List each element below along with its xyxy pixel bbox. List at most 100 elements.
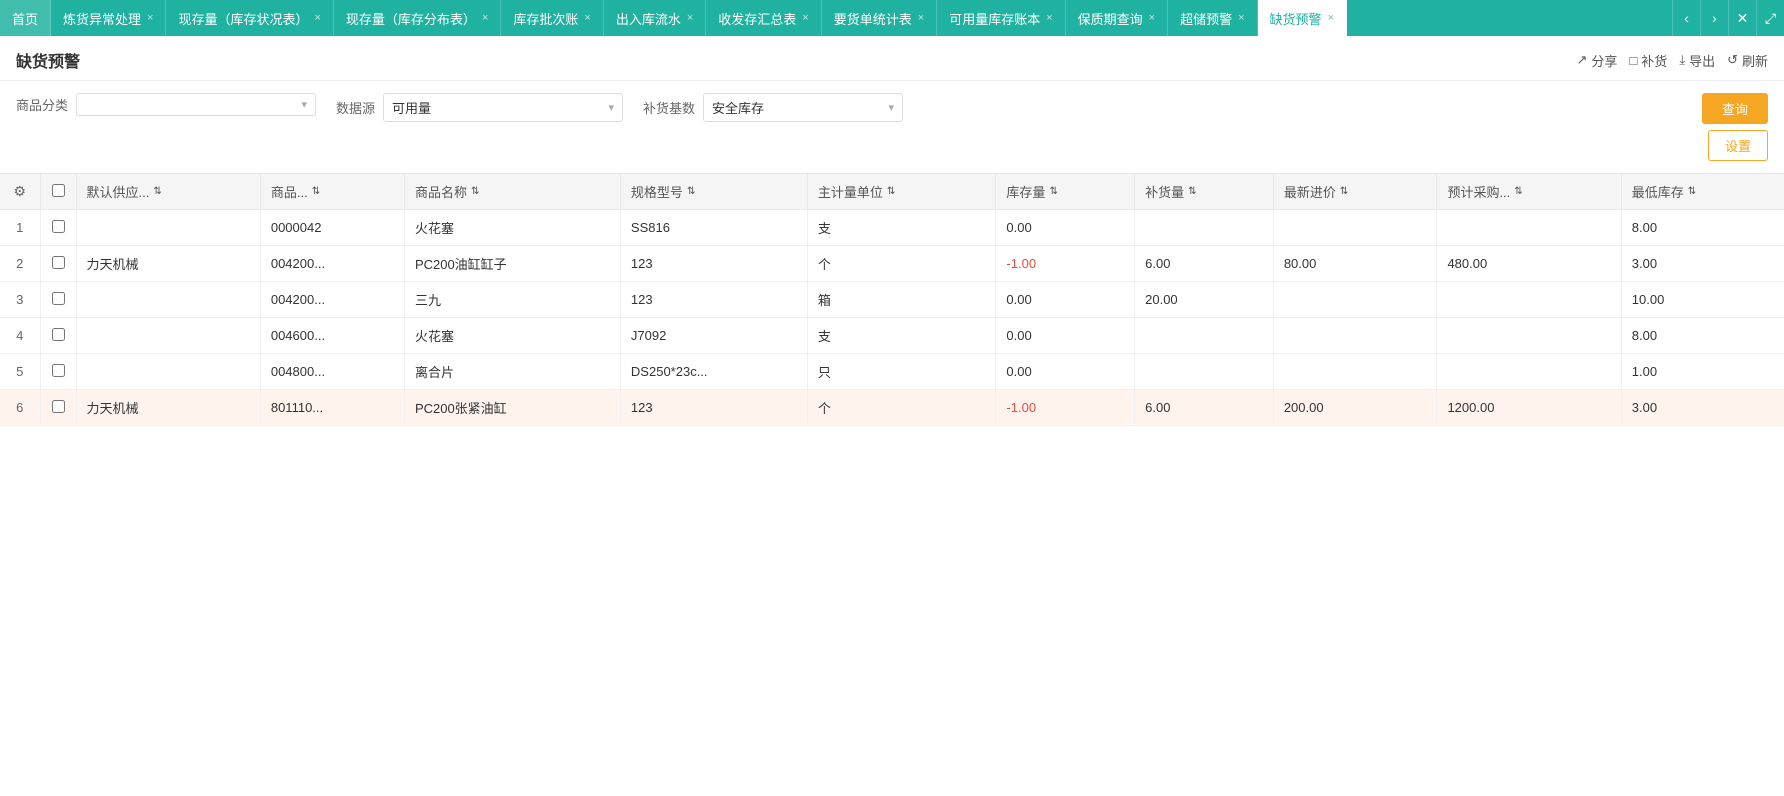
tab-close-7[interactable]: × [918,12,924,24]
row-product-name-1: 火花塞 [404,210,620,246]
tab-炼货异常处理[interactable]: 炼货异常处理 × [51,0,166,36]
th-default-supplier[interactable]: 默认供应... ⇅ [76,174,260,210]
th-est-purchase[interactable]: 预计采购... ⇅ [1437,174,1621,210]
table-row[interactable]: 3 004200... 三九 123 箱 0.00 20.00 10.00 [0,282,1784,318]
table-row[interactable]: 5 004800... 离合片 DS250*23c... 只 0.00 1.00 [0,354,1784,390]
tab-close-11[interactable]: × [1328,12,1334,24]
replenish-icon: □ [1629,53,1637,68]
table-row[interactable]: 2 力天机械 004200... PC200油缸缸子 123 个 -1.00 6… [0,246,1784,282]
row-checkbox-3[interactable] [40,282,76,318]
table-row[interactable]: 6 力天机械 801110... PC200张紧油缸 123 个 -1.00 6… [0,390,1784,426]
th-latest-price[interactable]: 最新进价 ⇅ [1273,174,1437,210]
row-supplier-4 [76,318,260,354]
tab-close-5[interactable]: × [687,12,693,24]
tab-close-1[interactable]: × [147,12,153,24]
page-header: 缺货预警 ↗ 分享 □ 补货 ⤓ 导出 ↺ 刷新 [0,36,1784,81]
th-unit[interactable]: 主计量单位 ⇅ [807,174,996,210]
replenish-button[interactable]: □ 补货 [1629,51,1667,70]
filter-right-buttons: 查询 设置 [1702,93,1768,161]
row-unit-3: 箱 [807,282,996,318]
tab-现存量库存分布表[interactable]: 现存量（库存分布表） × [334,0,501,36]
th-min-stock[interactable]: 最低库存 ⇅ [1621,174,1784,210]
settings-button[interactable]: 设置 [1708,130,1768,161]
row-num-1: 1 [0,210,40,246]
tab-nav-buttons: ‹ › ✕ ⤢ [1672,0,1784,36]
row-num-2: 2 [0,246,40,282]
tab-close-9[interactable]: × [1149,12,1155,24]
sort-icon-9: ⇅ [1514,186,1522,197]
tab-scroll-right[interactable]: › [1700,0,1728,36]
row-product-code-3: 004200... [260,282,404,318]
tab-缺货预警[interactable]: 缺货预警 × [1258,0,1347,36]
table-row[interactable]: 4 004600... 火花塞 J7092 支 0.00 8.00 [0,318,1784,354]
th-checkbox [40,174,76,210]
tab-首页[interactable]: 首页 [0,0,51,36]
replenish-base-label: 补货基数 [643,98,695,117]
row-unit-4: 支 [807,318,996,354]
tab-要货单统计表[interactable]: 要货单统计表 × [822,0,937,36]
tab-出入库流水[interactable]: 出入库流水 × [604,0,706,36]
row-min-stock-1: 8.00 [1621,210,1784,246]
th-spec[interactable]: 规格型号 ⇅ [620,174,807,210]
tab-收发存汇总表[interactable]: 收发存汇总表 × [706,0,821,36]
tab-超储预警[interactable]: 超储预警 × [1168,0,1257,36]
select-all-checkbox[interactable] [52,184,65,197]
row-latest-price-1 [1273,210,1437,246]
tab-库存批次账[interactable]: 库存批次账 × [501,0,603,36]
filter-area: 商品分类 ▾ 数据源 可用量 ▾ 补货基数 安全库存 ▾ 查询 设置 [0,81,1784,161]
th-stock[interactable]: 库存量 ⇅ [996,174,1135,210]
tab-close-4[interactable]: × [584,12,590,24]
gear-icon[interactable]: ⚙ [13,183,26,199]
data-source-select[interactable]: 可用量 ▾ [383,93,623,122]
row-est-purchase-5 [1437,354,1621,390]
row-product-name-4: 火花塞 [404,318,620,354]
row-num-6: 6 [0,390,40,426]
tab-close-3[interactable]: × [482,12,488,24]
tab-close-6[interactable]: × [802,12,808,24]
sort-icon-5: ⇅ [887,186,895,197]
query-button[interactable]: 查询 [1702,93,1768,124]
tab-fullscreen[interactable]: ⤢ [1756,0,1784,36]
tab-保质期查询[interactable]: 保质期查询 × [1066,0,1168,36]
refresh-button[interactable]: ↺ 刷新 [1727,51,1768,70]
row-spec-6: 123 [620,390,807,426]
export-button[interactable]: ⤓ 导出 [1679,51,1715,70]
tab-close-2[interactable]: × [314,12,320,24]
row-spec-5: DS250*23c... [620,354,807,390]
th-product-name[interactable]: 商品名称 ⇅ [404,174,620,210]
header-actions: ↗ 分享 □ 补货 ⤓ 导出 ↺ 刷新 [1577,51,1768,70]
tab-scroll-left[interactable]: ‹ [1672,0,1700,36]
export-icon: ⤓ [1679,52,1685,68]
row-checkbox-2[interactable] [40,246,76,282]
chevron-down-icon-3: ▾ [889,101,895,114]
table-row[interactable]: 1 0000042 火花塞 SS816 支 0.00 8.00 [0,210,1784,246]
row-checkbox-5[interactable] [40,354,76,390]
row-replenish-2: 6.00 [1135,246,1274,282]
row-checkbox-1[interactable] [40,210,76,246]
product-category-select[interactable]: ▾ [76,93,316,116]
tab-close-8[interactable]: × [1046,12,1052,24]
page-content: 缺货预警 ↗ 分享 □ 补货 ⤓ 导出 ↺ 刷新 商品分类 [0,36,1784,796]
row-stock-3: 0.00 [996,282,1135,318]
row-checkbox-4[interactable] [40,318,76,354]
table-container: ⚙ 默认供应... ⇅ 商品... ⇅ [0,173,1784,426]
tab-现存量库存状况表[interactable]: 现存量（库存状况表） × [166,0,333,36]
share-button[interactable]: ↗ 分享 [1577,51,1618,70]
row-num-3: 3 [0,282,40,318]
tab-可用量库存账本[interactable]: 可用量库存账本 × [937,0,1065,36]
th-replenish[interactable]: 补货量 ⇅ [1135,174,1274,210]
row-est-purchase-6: 1200.00 [1437,390,1621,426]
row-stock-1: 0.00 [996,210,1135,246]
sort-icon-6: ⇅ [1049,186,1057,197]
th-product-code[interactable]: 商品... ⇅ [260,174,404,210]
row-checkbox-6[interactable] [40,390,76,426]
row-min-stock-4: 8.00 [1621,318,1784,354]
tab-close-all[interactable]: ✕ [1728,0,1756,36]
row-product-name-3: 三九 [404,282,620,318]
row-num-5: 5 [0,354,40,390]
row-latest-price-5 [1273,354,1437,390]
row-product-code-6: 801110... [260,390,404,426]
row-num-4: 4 [0,318,40,354]
replenish-base-select[interactable]: 安全库存 ▾ [703,93,903,122]
tab-close-10[interactable]: × [1238,12,1244,24]
